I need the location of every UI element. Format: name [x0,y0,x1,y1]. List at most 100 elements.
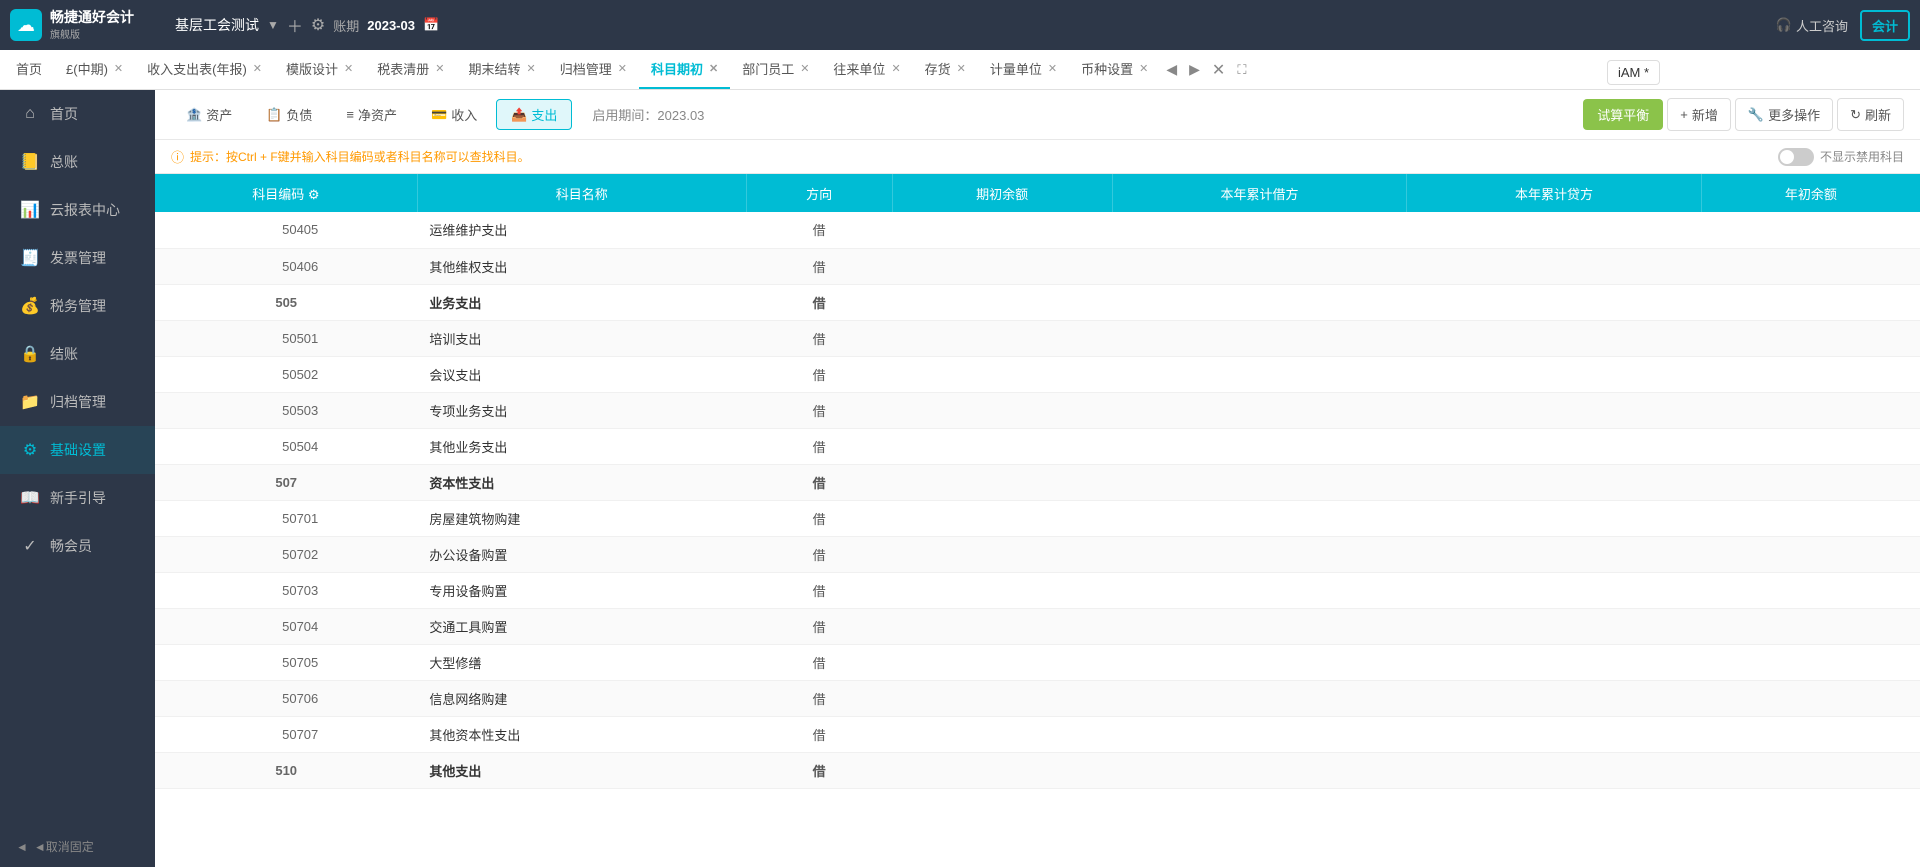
table-row[interactable]: 50703专用设备购置借 [155,572,1920,608]
cell-dir: 借 [746,320,892,356]
liability-label: 负债 [286,105,312,124]
tab-midterm-close[interactable]: ✕ [114,62,123,75]
tab-dept-staff[interactable]: 部门员工 ✕ [730,50,821,89]
subject-tab-income[interactable]: 💳 收入 [416,99,492,130]
refresh-button[interactable]: ↻ 刷新 [1837,98,1904,131]
cell-opening[interactable] [892,572,1112,608]
tab-period-close[interactable]: 期末结转 ✕ [456,50,547,89]
table-row[interactable]: 50707其他资本性支出借 [155,716,1920,752]
sidebar-item-ledger[interactable]: 📒 总账 [0,138,155,186]
cell-opening[interactable] [892,284,1112,320]
tab-tax-close[interactable]: ✕ [435,62,444,75]
balance-button[interactable]: 试算平衡 [1583,99,1663,130]
tab-subject-init[interactable]: 科目期初 ✕ [639,50,730,89]
table-row[interactable]: 50406其他维权支出借 [155,248,1920,284]
new-button[interactable]: + 新增 [1667,98,1731,131]
th-name: 科目名称 [417,174,746,212]
tab-annual-report[interactable]: 收入支出表(年报) ✕ [135,50,274,89]
more-button[interactable]: 🔧 更多操作 [1735,98,1833,131]
cell-opening[interactable] [892,248,1112,284]
company-dropdown-icon[interactable]: ▼ [267,18,279,32]
sidebar-item-settings[interactable]: ⚙ 基础设置 [0,426,155,474]
tab-next-button[interactable]: ▶ [1183,50,1206,89]
tab-inventory-close[interactable]: ✕ [957,62,966,75]
calendar-icon[interactable]: 📅 [423,17,439,33]
table-row[interactable]: 505业务支出借 [155,284,1920,320]
table-row[interactable]: 50502会议支出借 [155,356,1920,392]
tab-home[interactable]: 首页 [4,50,54,89]
cell-opening[interactable] [892,356,1112,392]
subject-tab-liability[interactable]: 📋 负债 [251,99,327,130]
sidebar-item-home[interactable]: ⌂ 首页 [0,90,155,138]
tab-unit[interactable]: 计量单位 ✕ [978,50,1069,89]
account-button[interactable]: 会计 [1860,10,1910,41]
cell-opening[interactable] [892,536,1112,572]
tab-annual-close[interactable]: ✕ [253,62,262,75]
tab-inventory-label: 存货 [925,59,951,78]
tab-tax-table[interactable]: 税表清册 ✕ [365,50,456,89]
period-info-label: 启用期间：2023.03 [592,105,704,124]
company-settings-icon[interactable]: ⚙ [311,15,325,35]
tab-period-close-x[interactable]: ✕ [527,62,536,75]
sidebar-pin-button[interactable]: ◄ ◄取消固定 [0,826,155,867]
add-company-button[interactable]: ＋ [287,13,303,37]
th-dir: 方向 [746,174,892,212]
tab-expand-button[interactable]: ⛶ [1231,50,1252,89]
table-row[interactable]: 50705大型修缮借 [155,644,1920,680]
cell-opening[interactable] [892,752,1112,788]
table-row[interactable]: 50706信息网络购建借 [155,680,1920,716]
tab-template-close[interactable]: ✕ [344,62,353,75]
sidebar-item-invoice[interactable]: 🧾 发票管理 [0,234,155,282]
cell-ytd-credit [1407,500,1702,536]
table-row[interactable]: 50405运维维护支出借 [155,212,1920,248]
cell-opening[interactable] [892,464,1112,500]
table-row[interactable]: 50504其他业务支出借 [155,428,1920,464]
cell-opening[interactable] [892,320,1112,356]
tab-unit-close[interactable]: ✕ [1048,62,1057,75]
tab-partners[interactable]: 往来单位 ✕ [821,50,912,89]
sidebar-item-close[interactable]: 🔒 结账 [0,330,155,378]
subject-tab-expense[interactable]: 📤 支出 [496,99,572,130]
cell-opening[interactable] [892,212,1112,248]
sidebar-item-tax[interactable]: 💰 税务管理 [0,282,155,330]
table-row[interactable]: 510其他支出借 [155,752,1920,788]
cell-opening[interactable] [892,500,1112,536]
header-right: 🎧 人工咨询 会计 [1776,10,1910,41]
cell-name: 资本性支出 [417,464,746,500]
cell-opening[interactable] [892,392,1112,428]
table-row[interactable]: 507资本性支出借 [155,464,1920,500]
cell-opening[interactable] [892,680,1112,716]
tab-template[interactable]: 模版设计 ✕ [274,50,365,89]
cell-opening[interactable] [892,644,1112,680]
tab-close-all-button[interactable]: ✕ [1206,50,1231,89]
disable-toggle[interactable] [1778,148,1814,166]
cell-ytd-debit [1112,248,1407,284]
tab-archive-close[interactable]: ✕ [618,62,627,75]
table-row[interactable]: 50702办公设备购置借 [155,536,1920,572]
tab-archive[interactable]: 归档管理 ✕ [548,50,639,89]
service-button[interactable]: 🎧 人工咨询 [1776,16,1848,35]
tab-dept-close[interactable]: ✕ [800,62,809,75]
table-row[interactable]: 50501培训支出借 [155,320,1920,356]
sidebar-item-archive[interactable]: 📁 归档管理 [0,378,155,426]
sidebar-item-member[interactable]: ✓ 畅会员 [0,522,155,570]
cell-opening[interactable] [892,428,1112,464]
cell-opening[interactable] [892,608,1112,644]
table-row[interactable]: 50701房屋建筑物购建借 [155,500,1920,536]
sidebar-item-guide[interactable]: 📖 新手引导 [0,474,155,522]
tab-subject-close[interactable]: ✕ [709,62,718,75]
tab-prev-button[interactable]: ◀ [1160,50,1183,89]
cell-opening[interactable] [892,716,1112,752]
tab-midterm[interactable]: £(中期) ✕ [54,50,135,89]
tab-partners-close[interactable]: ✕ [891,62,900,75]
cell-ytd-debit [1112,536,1407,572]
tab-currency-close[interactable]: ✕ [1139,62,1148,75]
table-row[interactable]: 50503专项业务支出借 [155,392,1920,428]
subject-tab-asset[interactable]: 🏦 资产 [171,99,247,130]
tab-inventory[interactable]: 存货 ✕ [913,50,978,89]
sidebar-item-reports[interactable]: 📊 云报表中心 [0,186,155,234]
col-settings-icon[interactable]: ⚙ [308,187,320,202]
table-row[interactable]: 50704交通工具购置借 [155,608,1920,644]
tab-currency[interactable]: 币种设置 ✕ [1069,50,1160,89]
subject-tab-net[interactable]: ≡ 净资产 [331,99,412,130]
